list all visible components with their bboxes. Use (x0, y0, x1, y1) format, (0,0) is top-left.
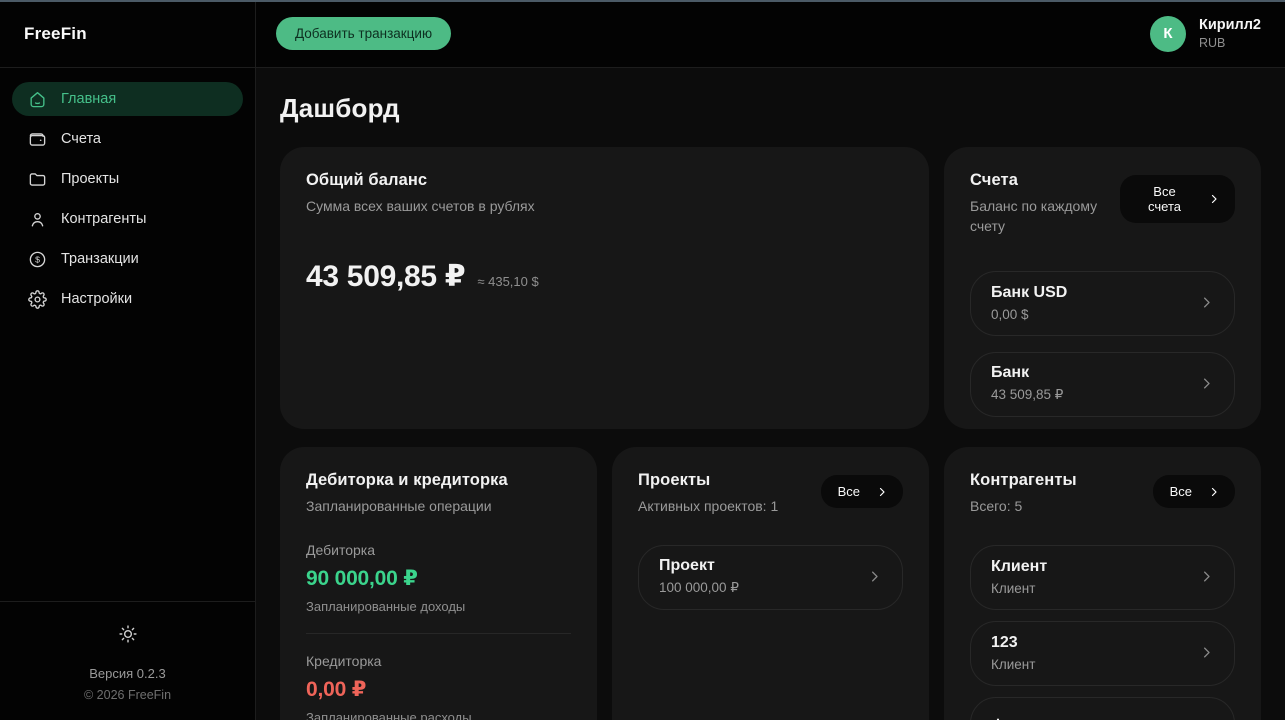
all-counterparties-button[interactable]: Все (1152, 475, 1235, 508)
sidebar-item-label: Транзакции (61, 251, 139, 267)
sidebar-item-label: Главная (61, 91, 117, 107)
sidebar-item-home[interactable]: Главная (12, 82, 243, 116)
app-logo: FreeFin (24, 23, 87, 43)
wallet-icon (28, 130, 47, 149)
sidebar-item-label: Проекты (61, 171, 120, 187)
account-list-item[interactable]: Банк USD 0,00 $ (970, 270, 1235, 336)
counterparty-list-item[interactable]: Клиент Клиент (970, 544, 1235, 610)
account-name: Банк USD (991, 283, 1068, 301)
receivables-card: Дебиторка и кредиторка Запланированные о… (280, 447, 597, 720)
app-version: Версия 0.2.3 (89, 666, 166, 681)
card-subtitle: Запланированные операции (306, 498, 492, 514)
sidebar-item-projects[interactable]: Проекты (12, 162, 243, 196)
chevron-right-icon (1199, 376, 1214, 391)
counterparty-type: Клиент (991, 580, 1036, 596)
theme-toggle-sun-icon[interactable] (118, 624, 138, 644)
credit-label: Кредиторка (306, 652, 382, 669)
chevron-right-icon (867, 569, 882, 584)
total-balance-amount: 43 509,85 ₽ (306, 259, 466, 293)
sidebar-footer: Версия 0.2.3 © 2026 FreeFin (0, 601, 255, 720)
sidebar-item-settings[interactable]: Настройки (12, 282, 243, 316)
dollar-circle-icon: $ (28, 250, 47, 269)
dashboard-main: Дашборд Общий баланс Сумма всех ваших сч… (256, 68, 1285, 720)
topbar: Добавить транзакцию К Кирилл2 RUB (256, 0, 1285, 68)
gear-icon (28, 289, 47, 309)
counterparties-card: Контрагенты Всего: 5 Все Клиент Клиент 1… (944, 447, 1261, 720)
debit-caption: Запланированные доходы (306, 598, 466, 614)
credit-caption: Запланированные расходы (306, 709, 472, 720)
chevron-right-icon (1199, 295, 1214, 310)
project-amount: 100 000,00 ₽ (659, 580, 739, 596)
total-balance-card: Общий баланс Сумма всех ваших счетов в р… (280, 147, 929, 429)
app-root: FreeFin Главная Счета Проекты Контрагент… (0, 0, 1285, 720)
sidebar-item-label: Счета (61, 131, 101, 147)
card-title: Дебиторка и кредиторка (306, 471, 508, 489)
user-menu[interactable]: К Кирилл2 RUB (1149, 15, 1261, 52)
section-divider (306, 632, 571, 634)
person-icon (28, 210, 47, 229)
debit-value: 90 000,00 ₽ (306, 566, 418, 590)
card-title: Проекты (638, 471, 711, 489)
sidebar-item-transactions[interactable]: $ Транзакции (12, 242, 243, 276)
card-subtitle: Сумма всех ваших счетов в рублях (306, 198, 535, 214)
copyright: © 2026 FreeFin (83, 688, 172, 702)
all-accounts-button[interactable]: Все счета (1120, 175, 1235, 223)
card-subtitle: Активных проектов: 1 (638, 498, 779, 514)
all-projects-button[interactable]: Все (820, 475, 903, 508)
home-icon (28, 90, 47, 109)
card-title: Счета (970, 171, 1018, 189)
card-subtitle: Баланс по каждому счету (970, 198, 1098, 234)
chevron-right-icon (1199, 569, 1214, 584)
counterparty-list-item[interactable]: фыв (970, 696, 1235, 720)
page-title: Дашборд (280, 93, 400, 123)
content-area: Добавить транзакцию К Кирилл2 RUB Дашбор… (256, 0, 1285, 720)
account-name: Банк (991, 364, 1030, 382)
dashboard-grid: Общий баланс Сумма всех ваших счетов в р… (280, 147, 1261, 720)
sidebar-nav: Главная Счета Проекты Контрагенты $ Тран… (0, 68, 255, 316)
accounts-card: Счета Баланс по каждому счету Все счета … (944, 147, 1261, 429)
sidebar-header: FreeFin (0, 0, 255, 68)
counterparty-name: 123 (991, 633, 1018, 651)
card-subtitle: Всего: 5 (970, 498, 1023, 514)
counterparty-name: Клиент (991, 557, 1048, 575)
chevron-right-icon (1208, 193, 1220, 205)
sidebar-item-counterparties[interactable]: Контрагенты (12, 202, 243, 236)
debit-label: Дебиторка (306, 541, 375, 558)
account-list-item[interactable]: Банк 43 509,85 ₽ (970, 351, 1235, 417)
sidebar: FreeFin Главная Счета Проекты Контрагент… (0, 0, 256, 720)
user-currency: RUB (1198, 36, 1226, 50)
avatar[interactable]: К (1149, 15, 1186, 52)
browser-top-stripe (0, 0, 1285, 2)
credit-value: 0,00 ₽ (306, 677, 367, 701)
chevron-right-icon (876, 486, 888, 498)
counterparty-type: Клиент (991, 656, 1036, 672)
chevron-right-icon (1199, 645, 1214, 660)
project-name: Проект (659, 557, 715, 575)
card-title: Контрагенты (970, 471, 1077, 489)
sidebar-item-label: Контрагенты (61, 211, 147, 227)
account-balance: 0,00 $ (991, 306, 1029, 322)
project-list-item[interactable]: Проект 100 000,00 ₽ (638, 544, 903, 610)
chevron-right-icon (1208, 486, 1220, 498)
sidebar-item-label: Настройки (61, 291, 133, 307)
counterparty-list-item[interactable]: 123 Клиент (970, 620, 1235, 686)
user-name: Кирилл2 (1198, 17, 1261, 33)
add-transaction-button[interactable]: Добавить транзакцию (276, 17, 452, 50)
svg-text:$: $ (35, 254, 40, 264)
sidebar-item-accounts[interactable]: Счета (12, 122, 243, 156)
total-balance-approx: ≈ 435,10 $ (477, 273, 539, 289)
folder-icon (28, 170, 47, 189)
account-balance: 43 509,85 ₽ (991, 387, 1064, 403)
card-title: Общий баланс (306, 171, 428, 189)
projects-card: Проекты Активных проектов: 1 Все Проект (612, 447, 929, 720)
